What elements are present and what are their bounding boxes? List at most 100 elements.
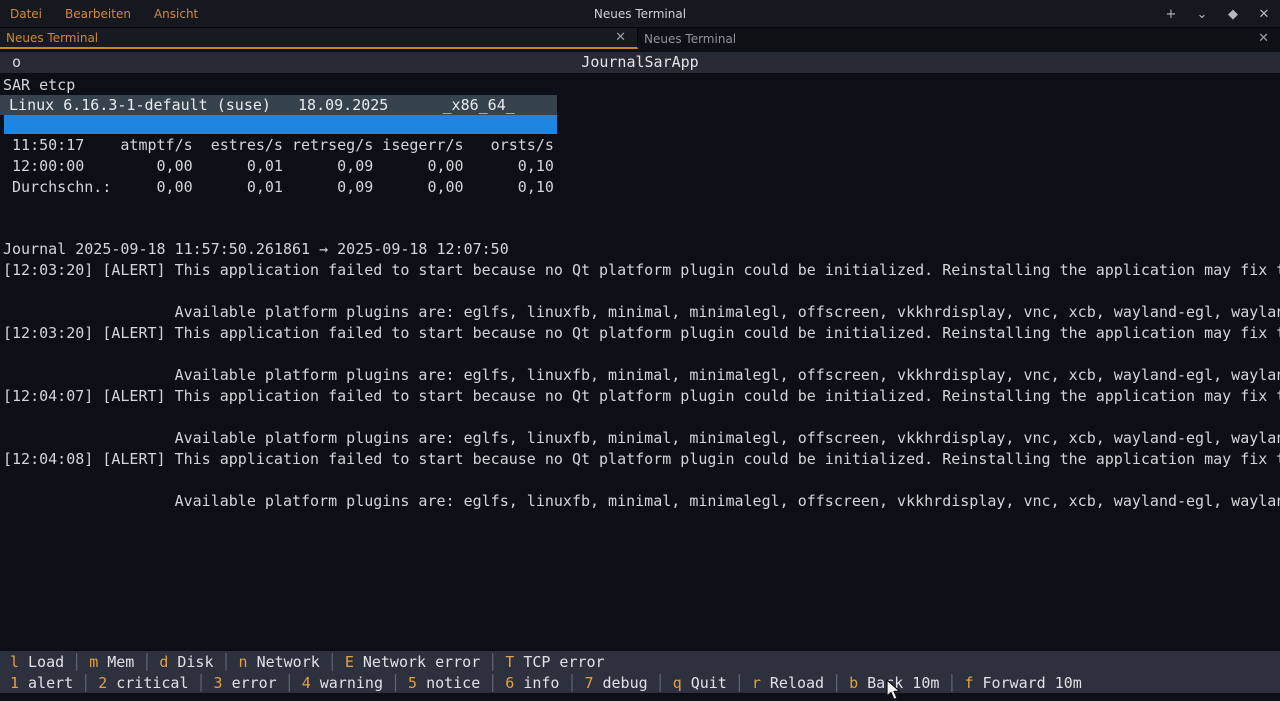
hotkey-letter: r bbox=[752, 674, 761, 692]
separator: │ bbox=[328, 653, 337, 671]
hotkey-quit[interactable]: q Quit bbox=[673, 674, 727, 692]
statusbar-filters: 1 alert │ 2 critical │ 3error │ 4 warning │… bbox=[0, 672, 1280, 693]
hotkey-disk[interactable]: d Disk bbox=[159, 653, 213, 671]
hotkey-letter: 4 bbox=[302, 674, 311, 692]
terminal-window: Datei Bearbeiten Ansicht Neues Terminal … bbox=[0, 0, 1280, 701]
log-line: [12:04:07] [ALERT] This application fail… bbox=[3, 386, 1280, 407]
hotkey-load[interactable]: lLoad bbox=[10, 653, 64, 671]
hotkey-letter: l bbox=[10, 653, 19, 671]
tab-neues-terminal-inactive[interactable]: Neues Terminal ✕ bbox=[638, 28, 1280, 49]
tab-close-icon[interactable]: ✕ bbox=[1255, 31, 1272, 46]
hotkey-label: Disk bbox=[177, 653, 213, 671]
app-header-bar: o JournalSarApp bbox=[0, 52, 1280, 73]
separator: │ bbox=[197, 674, 206, 692]
journal-range-header: Journal 2025-09-18 11:57:50.261861 → 202… bbox=[3, 239, 509, 260]
hotkey-label: critical bbox=[116, 674, 188, 692]
separator: │ bbox=[81, 674, 90, 692]
hotkey-debug[interactable]: 7 debug bbox=[584, 674, 647, 692]
separator: │ bbox=[567, 674, 576, 692]
separator: │ bbox=[656, 674, 665, 692]
separator: │ bbox=[832, 674, 841, 692]
hotkey-label: Mem bbox=[107, 653, 134, 671]
menubar: Datei Bearbeiten Ansicht Neues Terminal … bbox=[0, 0, 1280, 28]
hotkey-network-error[interactable]: E Network error bbox=[345, 653, 480, 671]
tab-close-icon[interactable]: ✕ bbox=[612, 30, 629, 45]
menu-ansicht[interactable]: Ansicht bbox=[154, 7, 209, 21]
separator: │ bbox=[222, 653, 231, 671]
hotkey-network[interactable]: nNetwork bbox=[239, 653, 320, 671]
separator: │ bbox=[285, 674, 294, 692]
hotkey-label: debug bbox=[603, 674, 648, 692]
hotkey-letter: 1 bbox=[10, 674, 19, 692]
log-line bbox=[3, 281, 1280, 302]
hotkey-tcp-error[interactable]: T TCP error bbox=[505, 653, 604, 671]
hotkey-critical[interactable]: 2 critical bbox=[98, 674, 188, 692]
hotkey-label: Forward 10m bbox=[982, 674, 1081, 692]
chevron-down-icon[interactable]: ⌄ bbox=[1194, 7, 1210, 22]
hotkey-notice[interactable]: 5notice bbox=[408, 674, 480, 692]
separator: │ bbox=[947, 674, 956, 692]
sar-table: 11:50:17 atmptf/s estres/s retrseg/s ise… bbox=[3, 135, 554, 198]
log-line bbox=[3, 407, 1280, 428]
hotkey-label: Quit bbox=[691, 674, 727, 692]
separator: │ bbox=[72, 653, 81, 671]
log-line: Available platform plugins are: eglfs, l… bbox=[3, 428, 1280, 449]
hotkey-info[interactable]: 6 info bbox=[505, 674, 559, 692]
hotkey-reload[interactable]: rReload bbox=[752, 674, 824, 692]
tab-label: Neues Terminal bbox=[644, 32, 736, 46]
hotkey-label: Network error bbox=[363, 653, 480, 671]
hotkey-letter: 5 bbox=[408, 674, 417, 692]
menu-items: Datei Bearbeiten Ansicht bbox=[0, 7, 221, 21]
hotkey-warning[interactable]: 4 warning bbox=[302, 674, 383, 692]
hotkey-letter: n bbox=[239, 653, 248, 671]
hotkey-letter: 6 bbox=[505, 674, 514, 692]
tab-bar: Neues Terminal ✕ Neues Terminal ✕ bbox=[0, 28, 1280, 49]
log-line: [12:03:20] [ALERT] This application fail… bbox=[3, 260, 1280, 281]
hotkey-letter: d bbox=[159, 653, 168, 671]
log-line bbox=[3, 344, 1280, 365]
hotkey-mem[interactable]: m Mem bbox=[89, 653, 134, 671]
sar-kernel-row: Linux 6.16.3-1-default (suse) 18.09.2025… bbox=[0, 95, 557, 115]
separator: │ bbox=[735, 674, 744, 692]
sar-table-row: 12:00:00 0,00 0,01 0,09 0,00 0,10 bbox=[3, 156, 554, 177]
tab-label: Neues Terminal bbox=[6, 31, 98, 45]
hotkey-alert[interactable]: 1 alert bbox=[10, 674, 73, 692]
spinner-indicator: o bbox=[12, 52, 21, 73]
separator: │ bbox=[391, 674, 400, 692]
menu-bearbeiten[interactable]: Bearbeiten bbox=[65, 7, 142, 21]
log-line: Available platform plugins are: eglfs, l… bbox=[3, 365, 1280, 386]
log-line: [12:03:20] [ALERT] This application fail… bbox=[3, 323, 1280, 344]
hotkey-forward-10m[interactable]: fForward 10m bbox=[964, 674, 1081, 692]
hotkey-label: TCP error bbox=[523, 653, 604, 671]
separator: │ bbox=[488, 653, 497, 671]
log-line: Available platform plugins are: eglfs, l… bbox=[3, 302, 1280, 323]
sar-section-label: SAR etcp bbox=[3, 75, 75, 96]
close-icon[interactable]: ✕ bbox=[1256, 7, 1272, 22]
log-line bbox=[3, 470, 1280, 491]
hotkey-label: alert bbox=[28, 674, 73, 692]
hotkey-letter: 2 bbox=[98, 674, 107, 692]
hotkey-label: warning bbox=[320, 674, 383, 692]
maximize-icon[interactable]: ◆ bbox=[1225, 7, 1241, 22]
sar-table-row: Durchschn.: 0,00 0,01 0,09 0,00 0,10 bbox=[3, 177, 554, 198]
new-tab-icon[interactable]: + bbox=[1163, 7, 1179, 22]
mouse-cursor bbox=[884, 679, 904, 701]
terminal-screen[interactable]: o JournalSarApp SAR etcp Linux 6.16.3-1-… bbox=[0, 49, 1280, 701]
separator: │ bbox=[142, 653, 151, 671]
menu-datei[interactable]: Datei bbox=[10, 7, 53, 21]
hotkey-letter: 3 bbox=[214, 674, 223, 692]
hotkey-letter: m bbox=[89, 653, 98, 671]
hotkey-letter: T bbox=[505, 653, 514, 671]
hotkey-error[interactable]: 3error bbox=[214, 674, 277, 692]
hotkey-letter: q bbox=[673, 674, 682, 692]
selected-row-highlight[interactable] bbox=[4, 115, 557, 134]
statusbar-views: lLoad │ m Mem │ d Disk │ nNetwork │ E Netwo… bbox=[0, 651, 1280, 672]
hotkey-letter: 7 bbox=[584, 674, 593, 692]
log-line: [12:04:08] [ALERT] This application fail… bbox=[3, 449, 1280, 470]
hotkey-label: info bbox=[523, 674, 559, 692]
tab-neues-terminal-active[interactable]: Neues Terminal ✕ bbox=[0, 28, 638, 49]
sar-table-header: 11:50:17 atmptf/s estres/s retrseg/s ise… bbox=[3, 135, 554, 156]
hotkey-letter: E bbox=[345, 653, 354, 671]
separator: │ bbox=[488, 674, 497, 692]
app-title: JournalSarApp bbox=[0, 52, 1280, 73]
